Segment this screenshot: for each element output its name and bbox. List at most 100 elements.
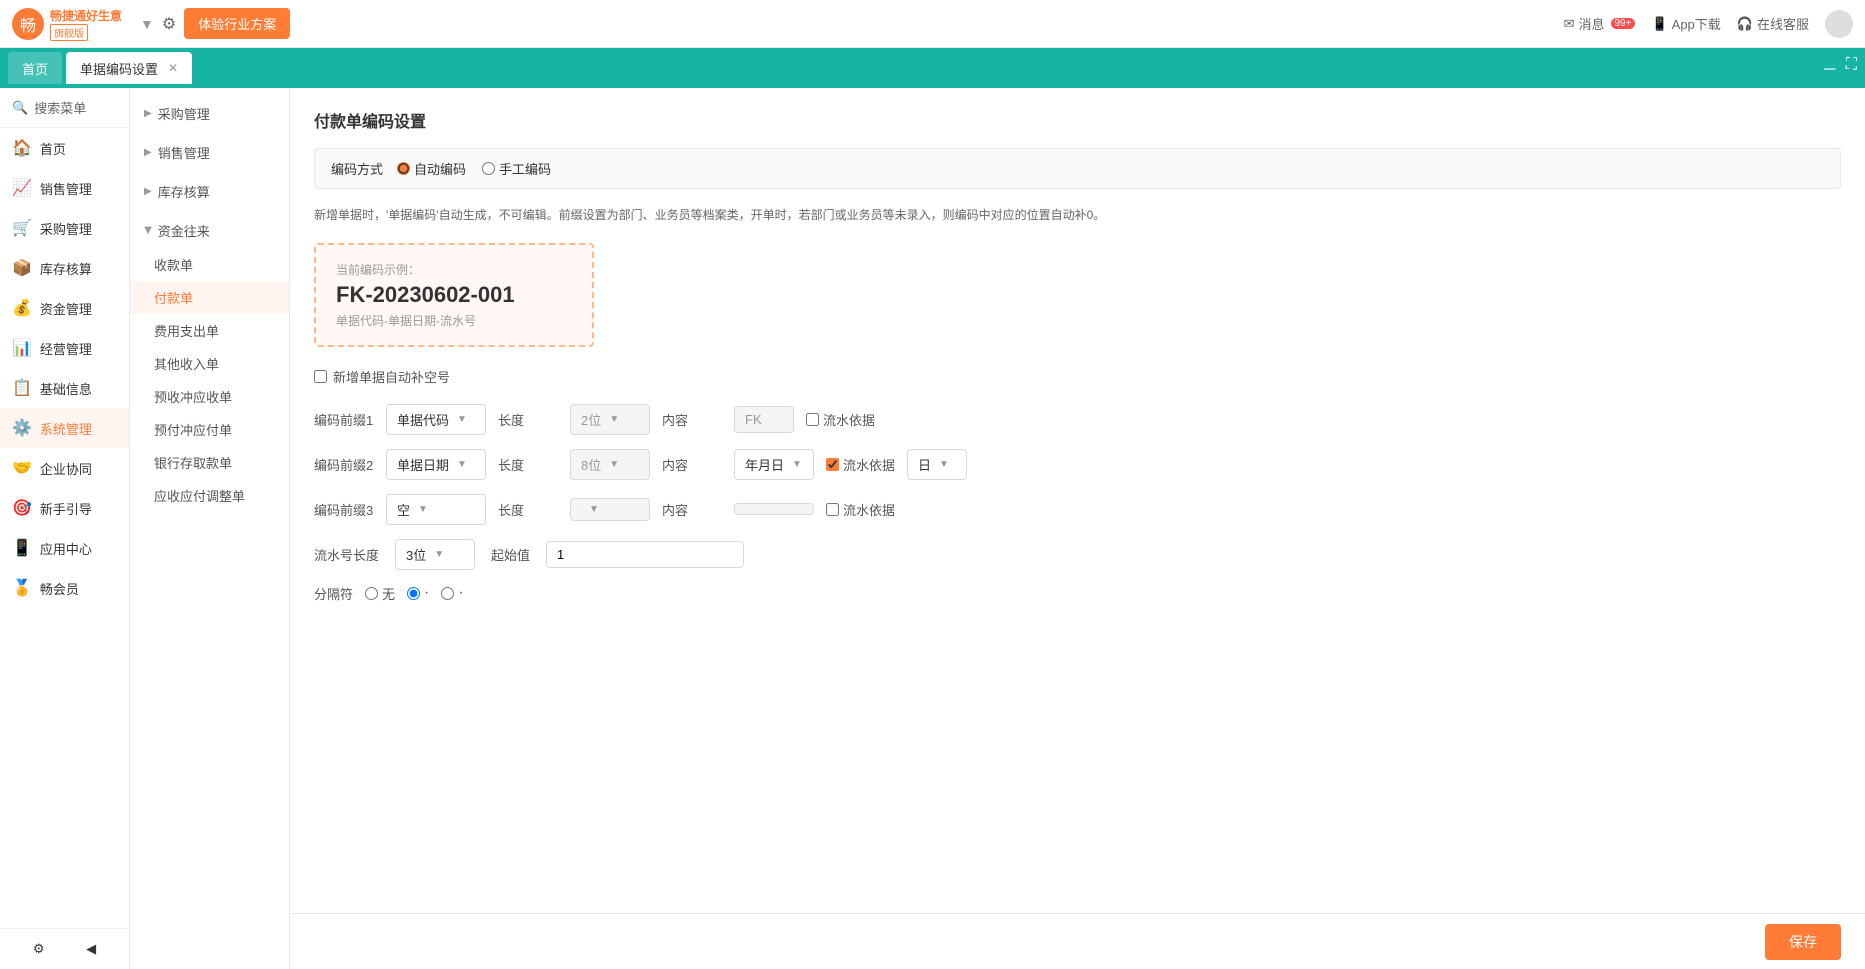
sidebar-item-inventory[interactable]: 📦 库存核算: [0, 248, 129, 288]
prefix-1-label: 编码前缀1: [314, 410, 374, 429]
auto-encoding-radio[interactable]: 自动编码: [397, 159, 466, 178]
nav-dropdown[interactable]: ▼: [140, 16, 154, 32]
length-1-label: 长度: [498, 410, 558, 429]
tab-bar: 首页 单据编码设置 ✕ － ⛶: [0, 48, 1865, 88]
logo-icon: 畅: [12, 8, 44, 40]
prefix-3-label: 编码前缀3: [314, 500, 374, 519]
bottom-bar: 保存: [290, 913, 1865, 969]
tab-close-icon[interactable]: ✕: [168, 61, 178, 75]
encoding-mode-radio-group: 自动编码 手工编码: [397, 159, 551, 178]
sidebar-item-business[interactable]: 📊 经营管理: [0, 328, 129, 368]
prefix-row-1: 编码前缀1 单据代码 ▼ 长度 2位 ▼ 内容 FK 流水依据: [314, 404, 1841, 435]
length-2-select[interactable]: 8位 ▼: [570, 449, 650, 480]
select-arrow-icon-3: ▼: [418, 504, 428, 515]
prefix-row-2: 编码前缀2 单据日期 ▼ 长度 8位 ▼ 内容 年月日 ▼ 流水依据 日 ▼: [314, 449, 1841, 480]
sidebar-item-home[interactable]: 🏠 首页: [0, 128, 129, 168]
select-arrow-icon-2: ▼: [457, 459, 467, 470]
sidebar-item-enterprise[interactable]: 🤝 企业协同: [0, 448, 129, 488]
sidebar-item-sales[interactable]: 📈 销售管理: [0, 168, 129, 208]
separator-dot-radio[interactable]: ·: [407, 584, 429, 602]
prefix-3-select[interactable]: 空 ▼: [386, 494, 486, 525]
sidebar-item-member[interactable]: 🏅 畅会员: [0, 568, 129, 608]
collapse-icon[interactable]: ◀: [86, 941, 96, 957]
online-service-item[interactable]: 🎧 在线客服: [1737, 14, 1809, 33]
finance-icon: 💰: [12, 298, 32, 318]
logo-area: 畅 畅捷通好生意 旗舰版: [12, 7, 132, 41]
sub-item-bank[interactable]: 银行存取款单: [130, 446, 289, 479]
minimize-icon[interactable]: －: [1822, 56, 1838, 80]
serial-length-select[interactable]: 3位 ▼: [395, 539, 475, 570]
sub-item-pre-receipt[interactable]: 预收冲应收单: [130, 380, 289, 413]
arrow-icon: ▶: [144, 147, 152, 158]
top-bar: 畅 畅捷通好生意 旗舰版 ▼ ⚙ 体验行业方案 ✉ 消息 99+ 📱 App下载…: [0, 0, 1865, 48]
length-2-label: 长度: [498, 455, 558, 474]
start-value-label: 起始值: [491, 545, 530, 564]
sub-group-title-capital[interactable]: ▶ 资金往来: [130, 213, 289, 248]
business-icon: 📊: [12, 338, 32, 358]
tab-home[interactable]: 首页: [8, 52, 62, 84]
app-download-item[interactable]: 📱 App下载: [1651, 14, 1720, 33]
purchase-icon: 🛒: [12, 218, 32, 238]
settings-bottom-icon[interactable]: ⚙: [33, 941, 45, 957]
serial-1-checkbox: 流水依据: [806, 410, 875, 429]
serial-unit-select[interactable]: 日 ▼: [907, 449, 967, 480]
logo-text: 畅捷通好生意 旗舰版: [50, 7, 122, 41]
content-1-label: 内容: [662, 410, 722, 429]
message-item[interactable]: ✉ 消息 99+: [1564, 14, 1636, 33]
length-3-label: 长度: [498, 500, 558, 519]
code-preview-box: 当前编码示例： FK-20230602-001 单据代码-单据日期-流水号: [314, 243, 594, 347]
save-button[interactable]: 保存: [1765, 924, 1841, 960]
select-arrow-icon: ▼: [457, 414, 467, 425]
search-menu[interactable]: 🔍 搜索菜单: [0, 88, 129, 128]
sidebar: 🔍 搜索菜单 🏠 首页 📈 销售管理 🛒 采购管理 📦 库存核算 💰 资金管理 …: [0, 88, 130, 969]
sub-group-purchase: ▶ 采购管理: [130, 96, 289, 131]
settings-icon[interactable]: ⚙: [162, 14, 176, 34]
content-2-label: 内容: [662, 455, 722, 474]
sub-group-title-sales[interactable]: ▶ 销售管理: [130, 135, 289, 170]
system-icon: ⚙️: [12, 418, 32, 438]
auto-fill-checkbox[interactable]: [314, 370, 327, 383]
sidebar-item-purchase[interactable]: 🛒 采购管理: [0, 208, 129, 248]
content-2-select[interactable]: 年月日 ▼: [734, 449, 814, 480]
manual-encoding-radio[interactable]: 手工编码: [482, 159, 551, 178]
serial-2-checkbox[interactable]: [826, 458, 839, 471]
maximize-icon[interactable]: ⛶: [1846, 56, 1857, 80]
separator-dash-radio[interactable]: ·: [441, 584, 463, 602]
start-value-input[interactable]: [546, 541, 744, 568]
code-preview-label: 当前编码示例：: [336, 261, 572, 278]
length-3-select[interactable]: ▼: [570, 498, 650, 521]
headset-icon: 🎧: [1737, 16, 1753, 32]
info-text: 新增单据时，'单据编码'自动生成，不可编辑。前缀设置为部门、业务员等档案类，开单…: [314, 205, 1841, 227]
sub-group-title-inventory[interactable]: ▶ 库存核算: [130, 174, 289, 209]
sub-group-title-purchase[interactable]: ▶ 采购管理: [130, 96, 289, 131]
member-icon: 🏅: [12, 578, 32, 598]
sales-icon: 📈: [12, 178, 32, 198]
trial-button[interactable]: 体验行业方案: [184, 8, 290, 39]
sub-item-receipt[interactable]: 收款单: [130, 248, 289, 281]
sidebar-item-basic[interactable]: 📋 基础信息: [0, 368, 129, 408]
apps-icon: 📱: [12, 538, 32, 558]
separator-none-radio[interactable]: 无: [365, 584, 395, 603]
sidebar-item-system[interactable]: ⚙️ 系统管理: [0, 408, 129, 448]
sidebar-item-guide[interactable]: 🎯 新手引导: [0, 488, 129, 528]
length-1-select[interactable]: 2位 ▼: [570, 404, 650, 435]
prefix-2-label: 编码前缀2: [314, 455, 374, 474]
tab-encoding-settings[interactable]: 单据编码设置 ✕: [66, 52, 192, 84]
top-bar-left: 畅 畅捷通好生意 旗舰版 ▼ ⚙ 体验行业方案: [12, 7, 290, 41]
prefix-1-select[interactable]: 单据代码 ▼: [386, 404, 486, 435]
prefix-2-select[interactable]: 单据日期 ▼: [386, 449, 486, 480]
basic-icon: 📋: [12, 378, 32, 398]
sub-item-other-income[interactable]: 其他收入单: [130, 347, 289, 380]
length-select-arrow-icon: ▼: [609, 414, 619, 425]
sub-item-adjustment[interactable]: 应收应付调整单: [130, 479, 289, 512]
sidebar-item-finance[interactable]: 💰 资金管理: [0, 288, 129, 328]
content-3-input: [734, 503, 814, 515]
serial-unit-arrow-icon: ▼: [939, 459, 949, 470]
sidebar-item-apps[interactable]: 📱 应用中心: [0, 528, 129, 568]
top-bar-right: ✉ 消息 99+ 📱 App下载 🎧 在线客服: [1564, 10, 1853, 38]
sub-item-pre-payment[interactable]: 预付冲应付单: [130, 413, 289, 446]
length-select-arrow-icon-3: ▼: [589, 504, 599, 515]
user-avatar[interactable]: [1825, 10, 1853, 38]
sub-item-payment[interactable]: 付款单: [130, 281, 289, 314]
sub-item-expense[interactable]: 费用支出单: [130, 314, 289, 347]
